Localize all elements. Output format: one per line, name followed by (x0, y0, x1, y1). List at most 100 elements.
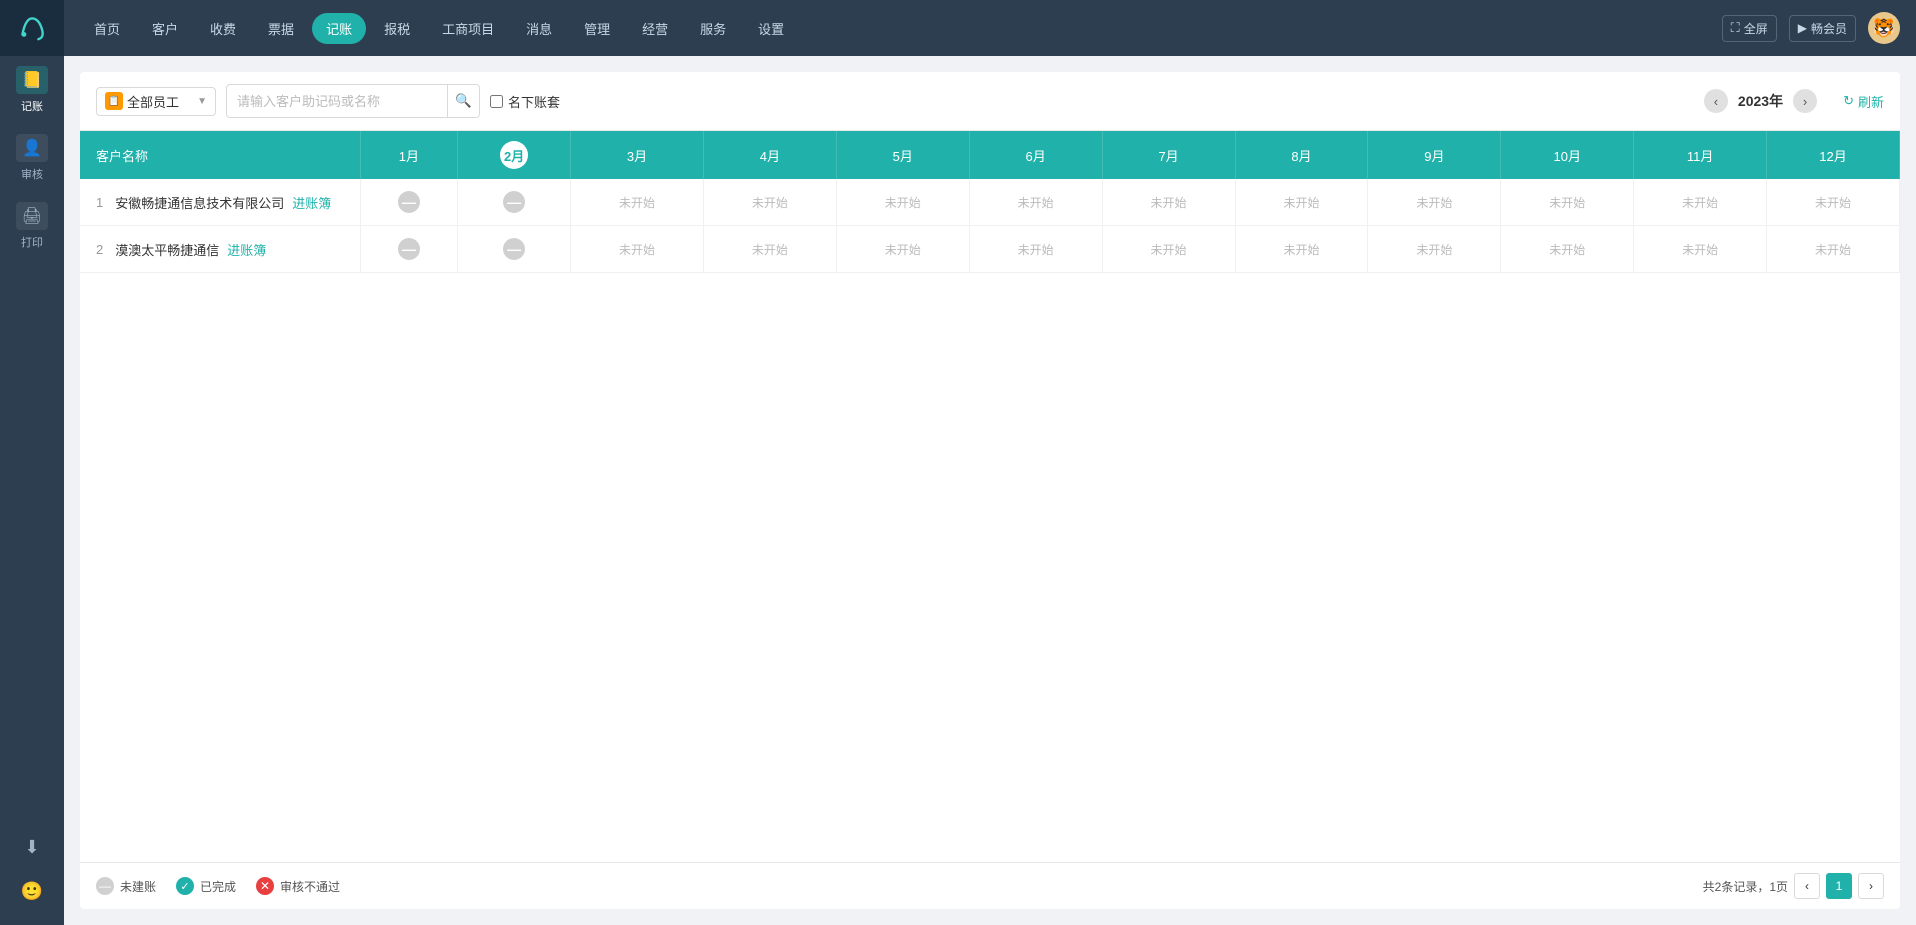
search-input-wrap: 🔍 (226, 84, 480, 118)
nav-home[interactable]: 首页 (80, 13, 134, 44)
col-header-m12: 12月 (1767, 131, 1900, 179)
active-month-circle: 2月 (500, 141, 528, 169)
sidebar: 📒 记账 👤 审核 🖨 打印 ⬇ 🙂 (0, 0, 64, 925)
client-name-cell-1: 2 漠澳太平畅捷通信 进账簿 (80, 226, 360, 273)
legend-teal-dot: ✓ (176, 877, 194, 895)
not-started-text: 未开始 (1682, 243, 1718, 257)
footer: — 未建账 ✓ 已完成 ✕ 审核不通过 共2条记录，1页 ‹ 1 › (80, 862, 1900, 909)
search-input[interactable] (227, 89, 447, 114)
sidebar-logo (0, 0, 64, 56)
not-started-text: 未开始 (1283, 196, 1319, 210)
col-header-m4: 4月 (703, 131, 836, 179)
fullscreen-button[interactable]: ⛶ 全屏 (1722, 15, 1777, 42)
employee-filter-label: 全部员工 (127, 92, 193, 111)
search-button[interactable]: 🔍 (447, 85, 479, 117)
gray-circle-icon: — (398, 191, 420, 213)
month-cell-m9-row0: 未开始 (1368, 179, 1501, 226)
client-name: 安徽畅捷通信息技术有限公司 (115, 193, 284, 212)
member-label: 畅会员 (1811, 20, 1847, 37)
table-row: 2 漠澳太平畅捷通信 进账簿 — — 未开始 未开始 未开始 未开始 未开始 未开始 未开始 未开… (80, 226, 1900, 273)
month-cell-m8-row0: 未开始 (1235, 179, 1368, 226)
not-started-text: 未开始 (1151, 243, 1187, 257)
month-cell-m1-row0[interactable]: — (360, 179, 458, 226)
not-started-text: 未开始 (1151, 196, 1187, 210)
sidebar-item-label-jz: 记账 (21, 98, 43, 114)
gray-circle-icon: — (503, 238, 525, 260)
not-started-text: 未开始 (752, 196, 788, 210)
month-cell-m12-row0: 未开始 (1767, 179, 1900, 226)
sidebar-item-label-sh: 审核 (21, 166, 43, 182)
not-started-text: 未开始 (619, 196, 655, 210)
client-name: 漠澳太平畅捷通信 (115, 240, 219, 259)
nav-operation[interactable]: 经营 (628, 13, 682, 44)
month-cell-m12-row1: 未开始 (1767, 226, 1900, 273)
table-wrap: 客户名称 1月 2月 3月 4月 5月 6月 7月 8月 (80, 131, 1900, 862)
employee-icon: 📋 (105, 92, 123, 110)
member-icon: ▶ (1798, 21, 1807, 35)
my-accounts-label: 名下账套 (508, 92, 560, 111)
nav-biz[interactable]: 工商项目 (428, 13, 508, 44)
employee-filter-dropdown[interactable]: 📋 全部员工 ▼ (96, 87, 216, 116)
col-header-m11: 11月 (1634, 131, 1767, 179)
row-num: 2 (96, 242, 103, 257)
not-started-text: 未开始 (1682, 196, 1718, 210)
nav-fee[interactable]: 收费 (196, 13, 250, 44)
not-started-text: 未开始 (885, 243, 921, 257)
col-header-m3: 3月 (571, 131, 704, 179)
nav-manage[interactable]: 管理 (570, 13, 624, 44)
nav-service[interactable]: 服务 (686, 13, 740, 44)
not-started-text: 未开始 (1815, 196, 1851, 210)
month-cell-m3-row0: 未开始 (571, 179, 704, 226)
nav-tax[interactable]: 报税 (370, 13, 424, 44)
next-year-button[interactable]: › (1793, 89, 1817, 113)
next-page-button[interactable]: › (1858, 873, 1884, 899)
table-row: 1 安徽畅捷通信息技术有限公司 进账簿 ——未开始未开始未开始未开始未开始未开始… (80, 179, 1900, 226)
page-1-button[interactable]: 1 (1826, 873, 1852, 899)
content: 📋 全部员工 ▼ 🔍 名下账套 ‹ 2023年 › (64, 56, 1916, 925)
sidebar-item-dy[interactable]: 🖨 打印 (0, 192, 64, 260)
month-cell-m2-row0[interactable]: — (458, 179, 571, 226)
prev-page-button[interactable]: ‹ (1794, 873, 1820, 899)
month-cell-m11-row0: 未开始 (1634, 179, 1767, 226)
month-cell-m5-row0: 未开始 (836, 179, 969, 226)
sidebar-item-jz[interactable]: 📒 记账 (0, 56, 64, 124)
month-cell-m3-row1: 未开始 (571, 226, 704, 273)
search-icon: 🔍 (455, 93, 472, 109)
topnav-right: ⛶ 全屏 ▶ 畅会员 🐯 (1722, 12, 1900, 44)
support-icon[interactable]: 🙂 (14, 873, 50, 909)
legend-rejected: ✕ 审核不通过 (256, 877, 340, 895)
toolbar: 📋 全部员工 ▼ 🔍 名下账套 ‹ 2023年 › (80, 72, 1900, 131)
prev-year-button[interactable]: ‹ (1704, 89, 1728, 113)
topnav: 首页 客户 收费 票据 记账 报税 工商项目 消息 管理 经营 服务 设置 ⛶ … (64, 0, 1916, 56)
refresh-icon: ↻ (1843, 93, 1854, 109)
not-started-text: 未开始 (1416, 243, 1452, 257)
nav-message[interactable]: 消息 (512, 13, 566, 44)
nav-accounting[interactable]: 记账 (312, 13, 366, 44)
col-header-m2: 2月 (458, 131, 571, 179)
avatar[interactable]: 🐯 (1868, 12, 1900, 44)
sidebar-item-sh[interactable]: 👤 审核 (0, 124, 64, 192)
month-cell-m1-row1[interactable]: — (360, 226, 458, 273)
not-started-text: 未开始 (1018, 243, 1054, 257)
month-cell-m10-row1: 未开始 (1501, 226, 1634, 273)
download-icon[interactable]: ⬇ (14, 829, 50, 865)
nav-settings[interactable]: 设置 (744, 13, 798, 44)
enter-ledger-link[interactable]: 进账簿 (227, 240, 266, 259)
my-accounts-checkbox-label[interactable]: 名下账套 (490, 92, 560, 111)
pagination: 共2条记录，1页 ‹ 1 › (1703, 873, 1884, 899)
not-started-text: 未开始 (1549, 243, 1585, 257)
refresh-button[interactable]: ↻ 刷新 (1843, 92, 1884, 111)
enter-ledger-link[interactable]: 进账簿 (292, 193, 331, 212)
month-cell-m2-row1[interactable]: — (458, 226, 571, 273)
fullscreen-icon: ⛶ (1731, 20, 1740, 36)
nav-invoice[interactable]: 票据 (254, 13, 308, 44)
legend-not-started: — 未建账 (96, 877, 156, 895)
total-text: 共2条记录，1页 (1703, 878, 1788, 895)
month-cell-m6-row1: 未开始 (969, 226, 1102, 273)
nav-client[interactable]: 客户 (138, 13, 192, 44)
table-header-row: 客户名称 1月 2月 3月 4月 5月 6月 7月 8月 (80, 131, 1900, 179)
my-accounts-checkbox[interactable] (490, 95, 503, 108)
member-button[interactable]: ▶ 畅会员 (1789, 15, 1856, 42)
gray-circle-icon: — (503, 191, 525, 213)
col-header-m6: 6月 (969, 131, 1102, 179)
